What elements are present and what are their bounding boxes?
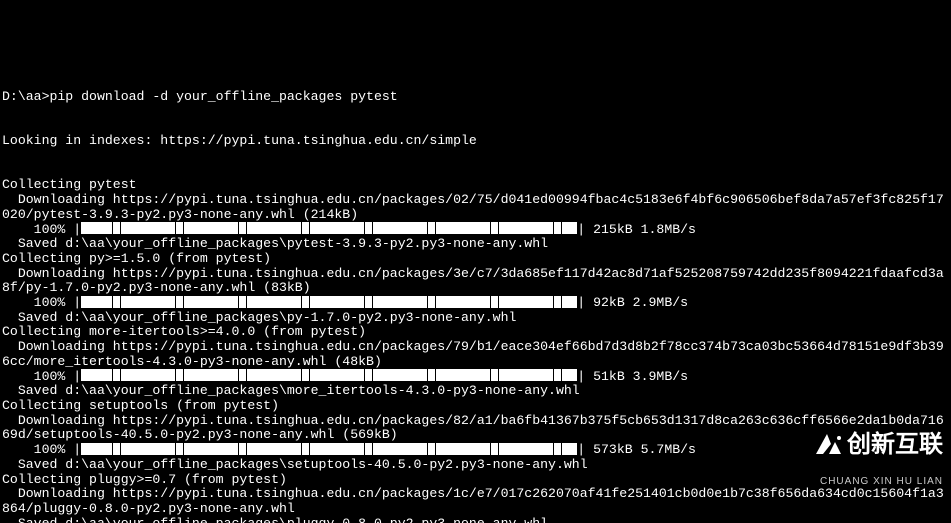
output-collecting: Collecting setuptools (from pytest) <box>2 399 949 414</box>
progress-percent: 100% | <box>2 442 81 457</box>
progress-bar <box>81 222 577 237</box>
index-info: Looking in indexes: https://pypi.tuna.ts… <box>2 134 949 149</box>
output-downloading: Downloading https://pypi.tuna.tsinghua.e… <box>2 193 949 208</box>
command-text: pip download -d your_offline_packages py… <box>49 89 397 104</box>
progress-line: 100% | | 92kB 2.9MB/s <box>2 296 949 311</box>
output-downloading: Downloading https://pypi.tuna.tsinghua.e… <box>2 340 949 355</box>
watermark-logo: 创新互联 CHUANG XIN HU LIAN <box>797 419 943 500</box>
progress-speed: | 51kB 3.9MB/s <box>577 369 688 384</box>
progress-line: 100% | | 51kB 3.9MB/s <box>2 370 949 385</box>
output-saved: Saved d:\aa\your_offline_packages\pluggy… <box>2 517 949 523</box>
output-downloading: 020/pytest-3.9.3-py2.py3-none-any.whl (2… <box>2 208 949 223</box>
progress-bar <box>81 295 577 310</box>
logo-text: 创新互联 <box>847 433 943 457</box>
logo-icon <box>813 432 843 458</box>
progress-line: 100% | | 215kB 1.8MB/s <box>2 223 949 238</box>
output-collecting: Collecting pytest <box>2 178 949 193</box>
progress-speed: | 573kB 5.7MB/s <box>577 442 696 457</box>
output-downloading: 864/pluggy-0.8.0-py2.py3-none-any.whl <box>2 502 949 517</box>
logo-subtext: CHUANG XIN HU LIAN <box>797 477 943 487</box>
output-collecting: Collecting more-itertools>=4.0.0 (from p… <box>2 325 949 340</box>
progress-percent: 100% | <box>2 222 81 237</box>
output-saved: Saved d:\aa\your_offline_packages\pytest… <box>2 237 949 252</box>
progress-percent: 100% | <box>2 295 81 310</box>
progress-percent: 100% | <box>2 369 81 384</box>
progress-bar <box>81 442 577 457</box>
output-downloading: Downloading https://pypi.tuna.tsinghua.e… <box>2 267 949 282</box>
progress-speed: | 92kB 2.9MB/s <box>577 295 688 310</box>
output-downloading: 8f/py-1.7.0-py2.py3-none-any.whl (83kB) <box>2 281 949 296</box>
output-saved: Saved d:\aa\your_offline_packages\more_i… <box>2 384 949 399</box>
progress-speed: | 215kB 1.8MB/s <box>577 222 696 237</box>
progress-bar <box>81 369 577 384</box>
output-collecting: Collecting py>=1.5.0 (from pytest) <box>2 252 949 267</box>
prompt: D:\aa> <box>2 89 49 104</box>
output-downloading: 6cc/more_itertools-4.3.0-py3-none-any.wh… <box>2 355 949 370</box>
output-saved: Saved d:\aa\your_offline_packages\py-1.7… <box>2 311 949 326</box>
